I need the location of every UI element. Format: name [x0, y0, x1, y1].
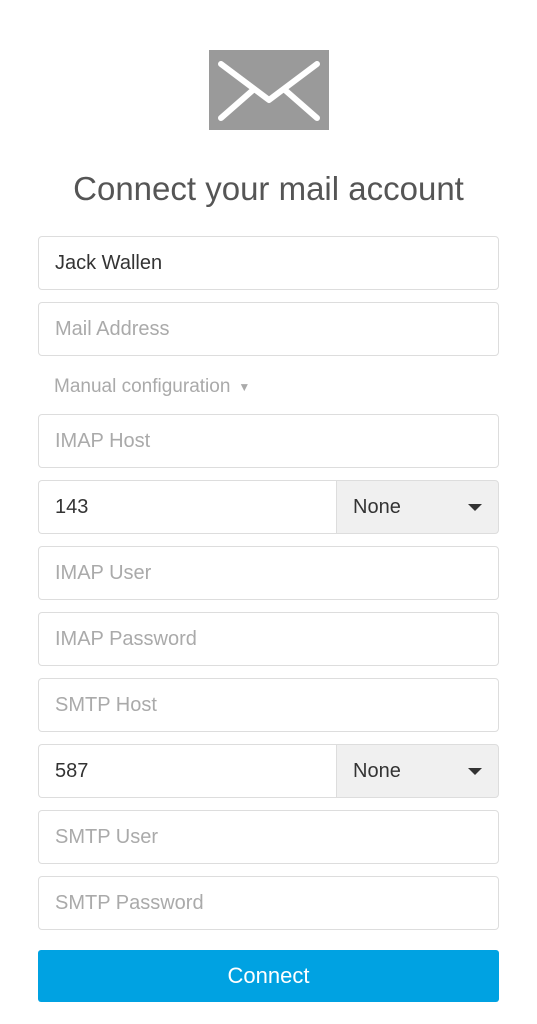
chevron-down-icon — [468, 504, 482, 511]
imap-security-select[interactable]: None — [336, 480, 499, 534]
mail-icon-container — [38, 50, 499, 130]
manual-configuration-label: Manual configuration — [54, 376, 230, 398]
caret-down-icon: ▼ — [238, 380, 250, 394]
name-field[interactable] — [38, 236, 499, 290]
imap-user-field[interactable] — [38, 546, 499, 600]
imap-password-field[interactable] — [38, 612, 499, 666]
mail-icon — [209, 50, 329, 130]
imap-security-selected: None — [353, 496, 401, 519]
connect-button[interactable]: Connect — [38, 950, 499, 1002]
smtp-port-row: None — [38, 744, 499, 798]
page-title: Connect your mail account — [38, 170, 499, 208]
smtp-security-selected: None — [353, 760, 401, 783]
imap-port-field[interactable] — [38, 480, 336, 534]
manual-configuration-toggle[interactable]: Manual configuration ▼ — [38, 368, 499, 402]
imap-host-field[interactable] — [38, 414, 499, 468]
chevron-down-icon — [468, 768, 482, 775]
smtp-password-field[interactable] — [38, 876, 499, 930]
mail-address-field[interactable] — [38, 302, 499, 356]
smtp-host-field[interactable] — [38, 678, 499, 732]
smtp-security-select[interactable]: None — [336, 744, 499, 798]
imap-port-row: None — [38, 480, 499, 534]
mail-account-form: Manual configuration ▼ None None Connect — [38, 236, 499, 1002]
smtp-port-field[interactable] — [38, 744, 336, 798]
smtp-user-field[interactable] — [38, 810, 499, 864]
